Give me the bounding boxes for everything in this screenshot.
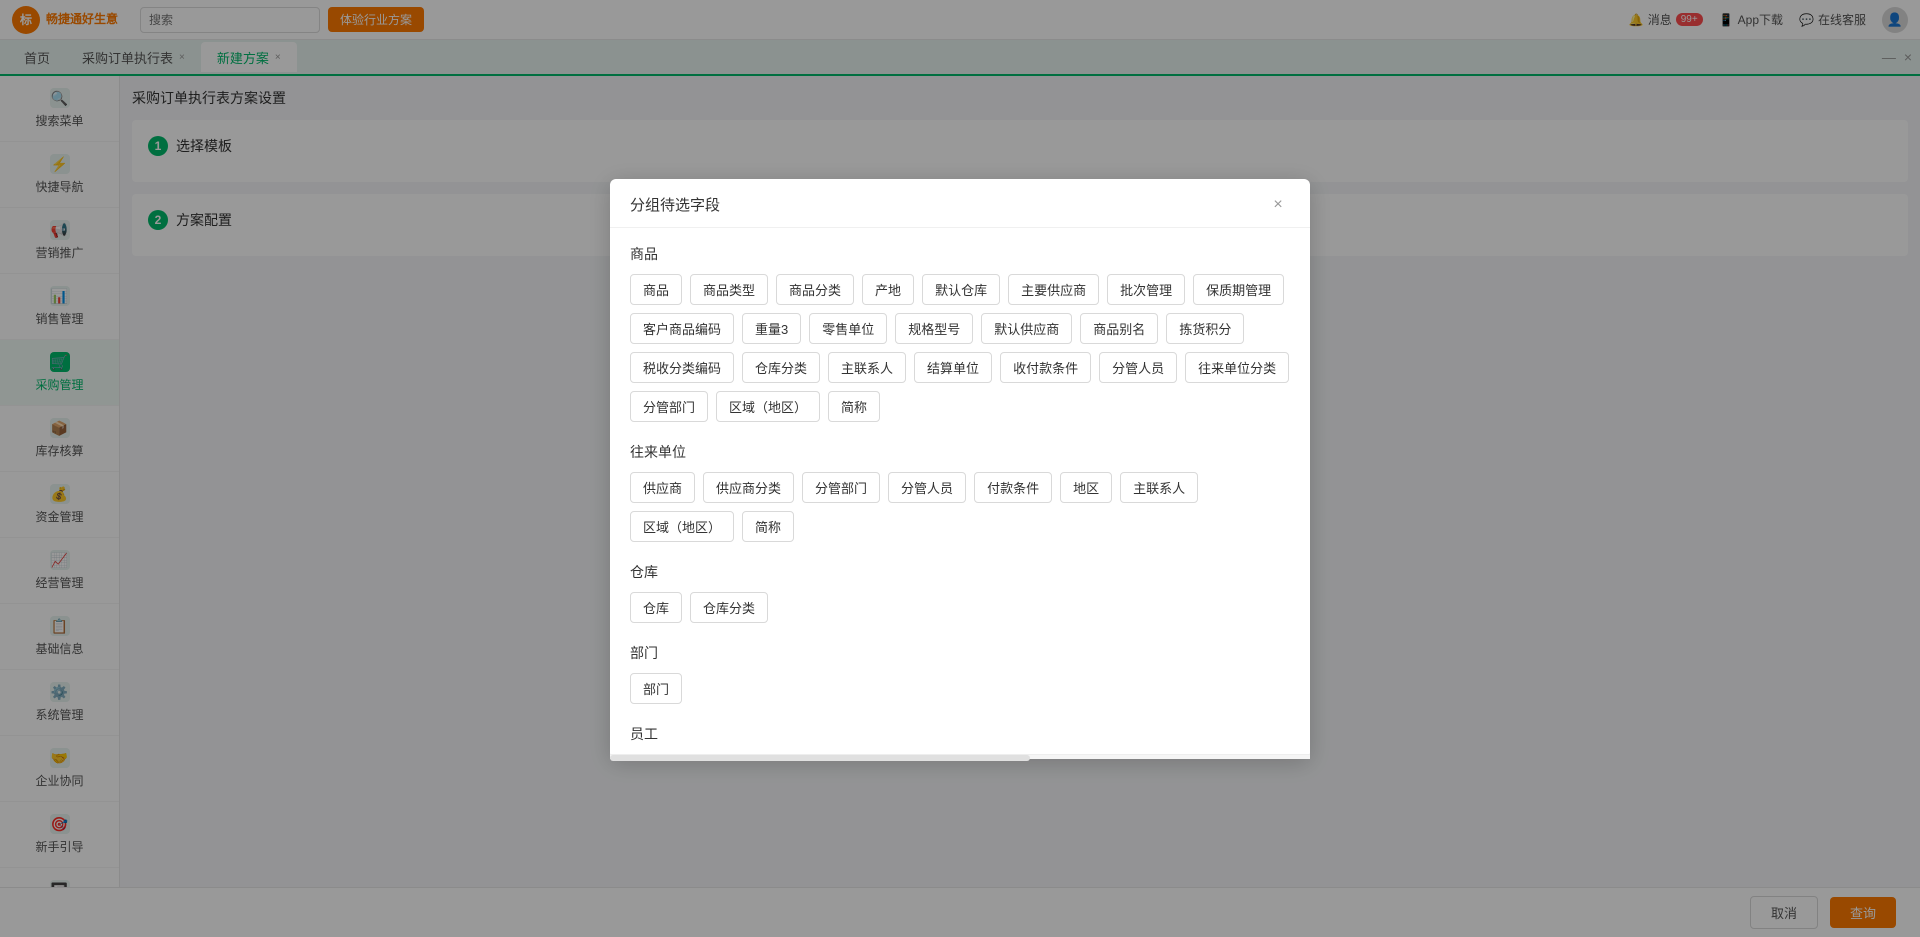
field-tags-warehouse: 仓库 仓库分类	[630, 592, 1290, 623]
field-group-employee: 员工 业务员	[630, 724, 1290, 754]
field-tag[interactable]: 主联系人	[1120, 472, 1198, 503]
field-tag[interactable]: 仓库分类	[742, 352, 820, 383]
field-group-warehouse-title: 仓库	[630, 562, 1290, 582]
field-tag[interactable]: 地区	[1060, 472, 1112, 503]
field-tag[interactable]: 默认仓库	[922, 274, 1000, 305]
field-tag[interactable]: 商品类型	[690, 274, 768, 305]
field-tag[interactable]: 收付款条件	[1000, 352, 1091, 383]
field-tag[interactable]: 仓库分类	[690, 592, 768, 623]
field-tag[interactable]: 零售单位	[809, 313, 887, 344]
field-tag[interactable]: 批次管理	[1107, 274, 1185, 305]
field-group-employee-title: 员工	[630, 724, 1290, 744]
field-tag[interactable]: 区域（地区）	[716, 391, 820, 422]
field-tag[interactable]: 区域（地区）	[630, 511, 734, 542]
field-tags-department: 部门	[630, 673, 1290, 704]
field-tag[interactable]: 主要供应商	[1008, 274, 1099, 305]
field-group-warehouse: 仓库 仓库 仓库分类	[630, 562, 1290, 623]
field-tag[interactable]: 商品分类	[776, 274, 854, 305]
field-tag[interactable]: 仓库	[630, 592, 682, 623]
field-tag[interactable]: 规格型号	[895, 313, 973, 344]
field-tag[interactable]: 供应商	[630, 472, 695, 503]
field-tag[interactable]: 往来单位分类	[1185, 352, 1289, 383]
field-tag[interactable]: 保质期管理	[1193, 274, 1284, 305]
field-tag[interactable]: 结算单位	[914, 352, 992, 383]
field-group-goods-title: 商品	[630, 244, 1290, 264]
field-group-department: 部门 部门	[630, 643, 1290, 704]
scrollbar-thumb	[610, 755, 1030, 761]
field-tag[interactable]: 分管部门	[802, 472, 880, 503]
field-tag[interactable]: 分管人员	[888, 472, 966, 503]
field-tag[interactable]: 商品别名	[1080, 313, 1158, 344]
modal-header: 分组待选字段 ×	[610, 179, 1310, 228]
field-group-partner: 往来单位 供应商 供应商分类 分管部门 分管人员 付款条件 地区 主联系人 区域…	[630, 442, 1290, 542]
field-tag[interactable]: 简称	[828, 391, 880, 422]
field-tag[interactable]: 主联系人	[828, 352, 906, 383]
field-group-partner-title: 往来单位	[630, 442, 1290, 462]
field-tag[interactable]: 拣货积分	[1166, 313, 1244, 344]
field-tag[interactable]: 付款条件	[974, 472, 1052, 503]
field-tag[interactable]: 商品	[630, 274, 682, 305]
field-tag[interactable]: 税收分类编码	[630, 352, 734, 383]
modal-close-button[interactable]: ×	[1266, 193, 1290, 217]
field-tag[interactable]: 简称	[742, 511, 794, 542]
field-tag[interactable]: 重量3	[742, 313, 801, 344]
modal-overlay: 分组待选字段 × 商品 商品 商品类型 商品分类 产地 默认仓库 主要供应商 批…	[0, 0, 1920, 937]
field-tag[interactable]: 客户商品编码	[630, 313, 734, 344]
modal-body: 商品 商品 商品类型 商品分类 产地 默认仓库 主要供应商 批次管理 保质期管理…	[610, 228, 1310, 754]
field-tag[interactable]: 供应商分类	[703, 472, 794, 503]
field-group-department-title: 部门	[630, 643, 1290, 663]
field-tags-partner: 供应商 供应商分类 分管部门 分管人员 付款条件 地区 主联系人 区域（地区） …	[630, 472, 1290, 542]
field-tag[interactable]: 默认供应商	[981, 313, 1072, 344]
modal-dialog: 分组待选字段 × 商品 商品 商品类型 商品分类 产地 默认仓库 主要供应商 批…	[610, 179, 1310, 759]
field-group-goods: 商品 商品 商品类型 商品分类 产地 默认仓库 主要供应商 批次管理 保质期管理…	[630, 244, 1290, 422]
horizontal-scrollbar[interactable]	[610, 754, 1310, 759]
field-tag[interactable]: 部门	[630, 673, 682, 704]
field-tag[interactable]: 分管部门	[630, 391, 708, 422]
field-tag[interactable]: 产地	[862, 274, 914, 305]
modal-title: 分组待选字段	[630, 194, 720, 215]
field-tag[interactable]: 分管人员	[1099, 352, 1177, 383]
field-tags-goods: 商品 商品类型 商品分类 产地 默认仓库 主要供应商 批次管理 保质期管理 客户…	[630, 274, 1290, 422]
